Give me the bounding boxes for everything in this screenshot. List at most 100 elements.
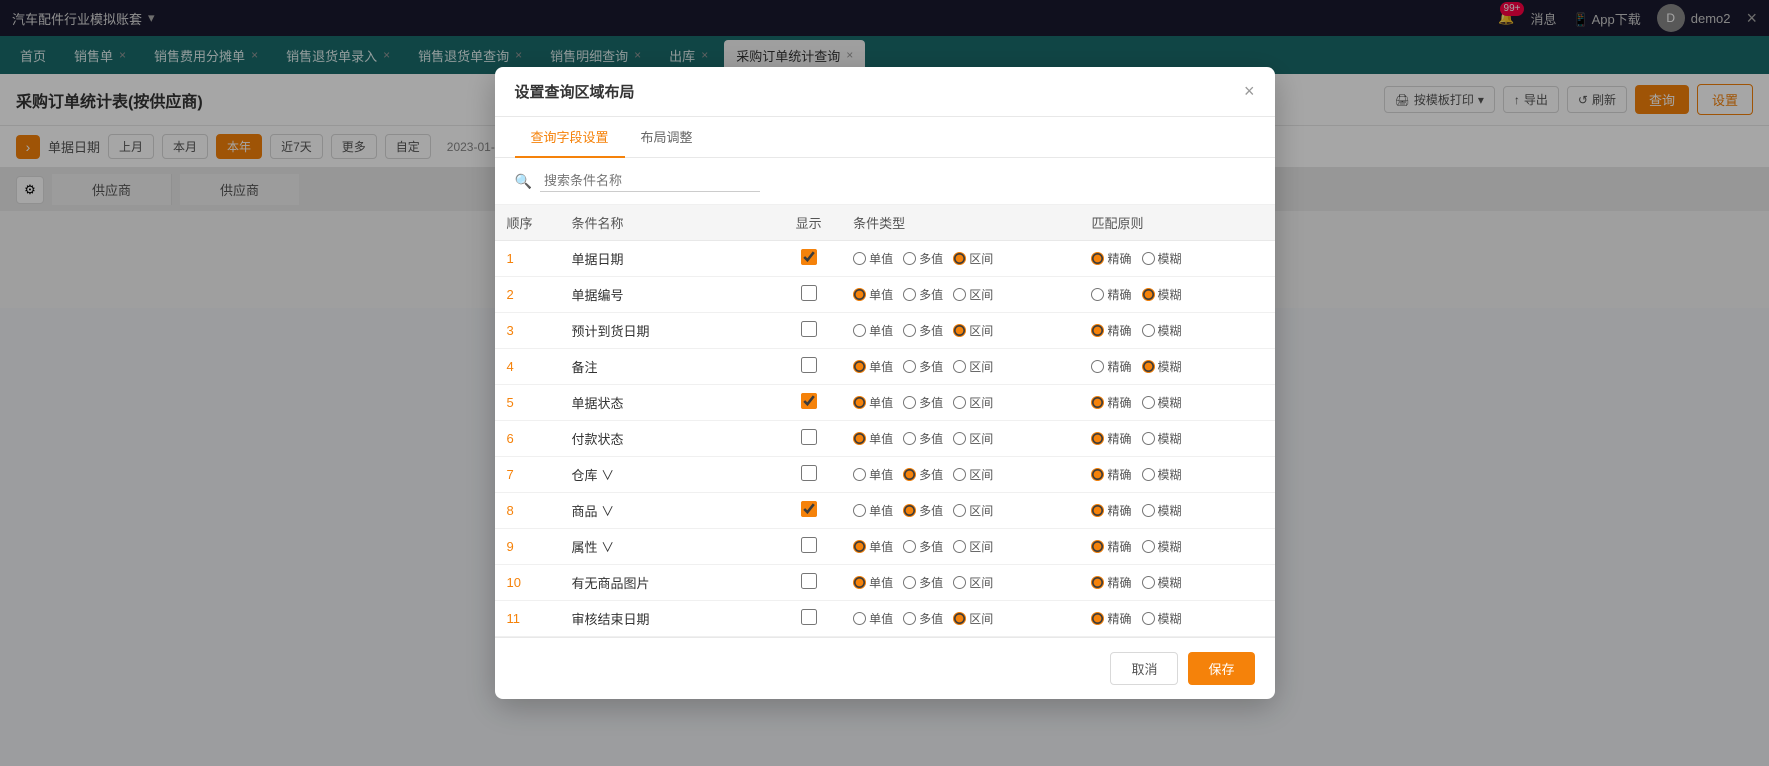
type-radio-input[interactable] — [903, 432, 916, 445]
type-radio-input[interactable] — [853, 540, 866, 553]
type-radio-input[interactable] — [903, 288, 916, 301]
show-checkbox[interactable] — [801, 537, 817, 553]
type-radio-多值[interactable]: 多值 — [903, 610, 943, 627]
type-radio-input[interactable] — [853, 576, 866, 589]
type-radio-input[interactable] — [853, 360, 866, 373]
match-radio-input[interactable] — [1091, 252, 1104, 265]
type-radio-input[interactable] — [853, 324, 866, 337]
type-radio-input[interactable] — [853, 432, 866, 445]
type-radio-区间[interactable]: 区间 — [953, 574, 993, 591]
match-radio-input[interactable] — [1091, 432, 1104, 445]
match-radio-精确[interactable]: 精确 — [1091, 394, 1131, 411]
match-radio-精确[interactable]: 精确 — [1091, 430, 1131, 447]
dialog-close-button[interactable]: × — [1244, 81, 1255, 102]
show-checkbox[interactable] — [801, 609, 817, 625]
match-radio-input[interactable] — [1142, 504, 1155, 517]
match-radio-input[interactable] — [1142, 468, 1155, 481]
type-radio-input[interactable] — [953, 324, 966, 337]
type-radio-区间[interactable]: 区间 — [953, 358, 993, 375]
show-checkbox[interactable] — [801, 249, 817, 265]
match-radio-input[interactable] — [1091, 540, 1104, 553]
type-radio-单值[interactable]: 单值 — [853, 538, 893, 555]
type-radio-input[interactable] — [953, 288, 966, 301]
type-radio-单值[interactable]: 单值 — [853, 394, 893, 411]
type-radio-多值[interactable]: 多值 — [903, 430, 943, 447]
type-radio-input[interactable] — [903, 612, 916, 625]
type-radio-多值[interactable]: 多值 — [903, 502, 943, 519]
type-radio-区间[interactable]: 区间 — [953, 250, 993, 267]
match-radio-input[interactable] — [1091, 324, 1104, 337]
match-radio-模糊[interactable]: 模糊 — [1142, 322, 1182, 339]
match-radio-input[interactable] — [1142, 324, 1155, 337]
show-checkbox[interactable] — [801, 393, 817, 409]
type-radio-input[interactable] — [953, 504, 966, 517]
match-radio-input[interactable] — [1091, 288, 1104, 301]
type-radio-input[interactable] — [903, 324, 916, 337]
type-radio-区间[interactable]: 区间 — [953, 538, 993, 555]
match-radio-input[interactable] — [1091, 396, 1104, 409]
match-radio-模糊[interactable]: 模糊 — [1142, 574, 1182, 591]
match-radio-input[interactable] — [1142, 432, 1155, 445]
show-checkbox[interactable] — [801, 321, 817, 337]
type-radio-单值[interactable]: 单值 — [853, 250, 893, 267]
match-radio-精确[interactable]: 精确 — [1091, 502, 1131, 519]
show-checkbox[interactable] — [801, 465, 817, 481]
save-button[interactable]: 保存 — [1188, 652, 1254, 685]
type-radio-input[interactable] — [853, 504, 866, 517]
type-radio-input[interactable] — [953, 612, 966, 625]
type-radio-input[interactable] — [853, 288, 866, 301]
type-radio-区间[interactable]: 区间 — [953, 502, 993, 519]
type-radio-input[interactable] — [853, 612, 866, 625]
match-radio-input[interactable] — [1091, 504, 1104, 517]
type-radio-多值[interactable]: 多值 — [903, 358, 943, 375]
type-radio-input[interactable] — [903, 252, 916, 265]
type-radio-单值[interactable]: 单值 — [853, 286, 893, 303]
match-radio-input[interactable] — [1091, 612, 1104, 625]
search-input[interactable] — [540, 170, 760, 192]
type-radio-单值[interactable]: 单值 — [853, 502, 893, 519]
match-radio-精确[interactable]: 精确 — [1091, 538, 1131, 555]
type-radio-input[interactable] — [903, 468, 916, 481]
type-radio-多值[interactable]: 多值 — [903, 394, 943, 411]
type-radio-区间[interactable]: 区间 — [953, 466, 993, 483]
show-checkbox[interactable] — [801, 357, 817, 373]
match-radio-精确[interactable]: 精确 — [1091, 610, 1131, 627]
match-radio-input[interactable] — [1091, 468, 1104, 481]
type-radio-input[interactable] — [903, 504, 916, 517]
type-radio-input[interactable] — [903, 360, 916, 373]
type-radio-input[interactable] — [953, 360, 966, 373]
type-radio-input[interactable] — [853, 468, 866, 481]
type-radio-区间[interactable]: 区间 — [953, 286, 993, 303]
show-checkbox[interactable] — [801, 573, 817, 589]
match-radio-input[interactable] — [1142, 288, 1155, 301]
show-checkbox[interactable] — [801, 285, 817, 301]
type-radio-input[interactable] — [903, 396, 916, 409]
match-radio-input[interactable] — [1142, 252, 1155, 265]
match-radio-精确[interactable]: 精确 — [1091, 250, 1131, 267]
match-radio-模糊[interactable]: 模糊 — [1142, 538, 1182, 555]
match-radio-input[interactable] — [1091, 360, 1104, 373]
type-radio-input[interactable] — [853, 396, 866, 409]
type-radio-input[interactable] — [953, 540, 966, 553]
type-radio-多值[interactable]: 多值 — [903, 250, 943, 267]
type-radio-区间[interactable]: 区间 — [953, 322, 993, 339]
type-radio-多值[interactable]: 多值 — [903, 574, 943, 591]
match-radio-精确[interactable]: 精确 — [1091, 358, 1131, 375]
show-checkbox[interactable] — [801, 501, 817, 517]
show-checkbox[interactable] — [801, 429, 817, 445]
match-radio-精确[interactable]: 精确 — [1091, 322, 1131, 339]
tab-query-fields[interactable]: 查询字段设置 — [515, 117, 625, 158]
type-radio-区间[interactable]: 区间 — [953, 610, 993, 627]
match-radio-模糊[interactable]: 模糊 — [1142, 502, 1182, 519]
type-radio-多值[interactable]: 多值 — [903, 466, 943, 483]
match-radio-模糊[interactable]: 模糊 — [1142, 430, 1182, 447]
type-radio-input[interactable] — [953, 396, 966, 409]
match-radio-模糊[interactable]: 模糊 — [1142, 466, 1182, 483]
type-radio-单值[interactable]: 单值 — [853, 574, 893, 591]
type-radio-input[interactable] — [953, 468, 966, 481]
match-radio-input[interactable] — [1142, 540, 1155, 553]
type-radio-单值[interactable]: 单值 — [853, 430, 893, 447]
type-radio-区间[interactable]: 区间 — [953, 430, 993, 447]
type-radio-多值[interactable]: 多值 — [903, 286, 943, 303]
match-radio-精确[interactable]: 精确 — [1091, 466, 1131, 483]
